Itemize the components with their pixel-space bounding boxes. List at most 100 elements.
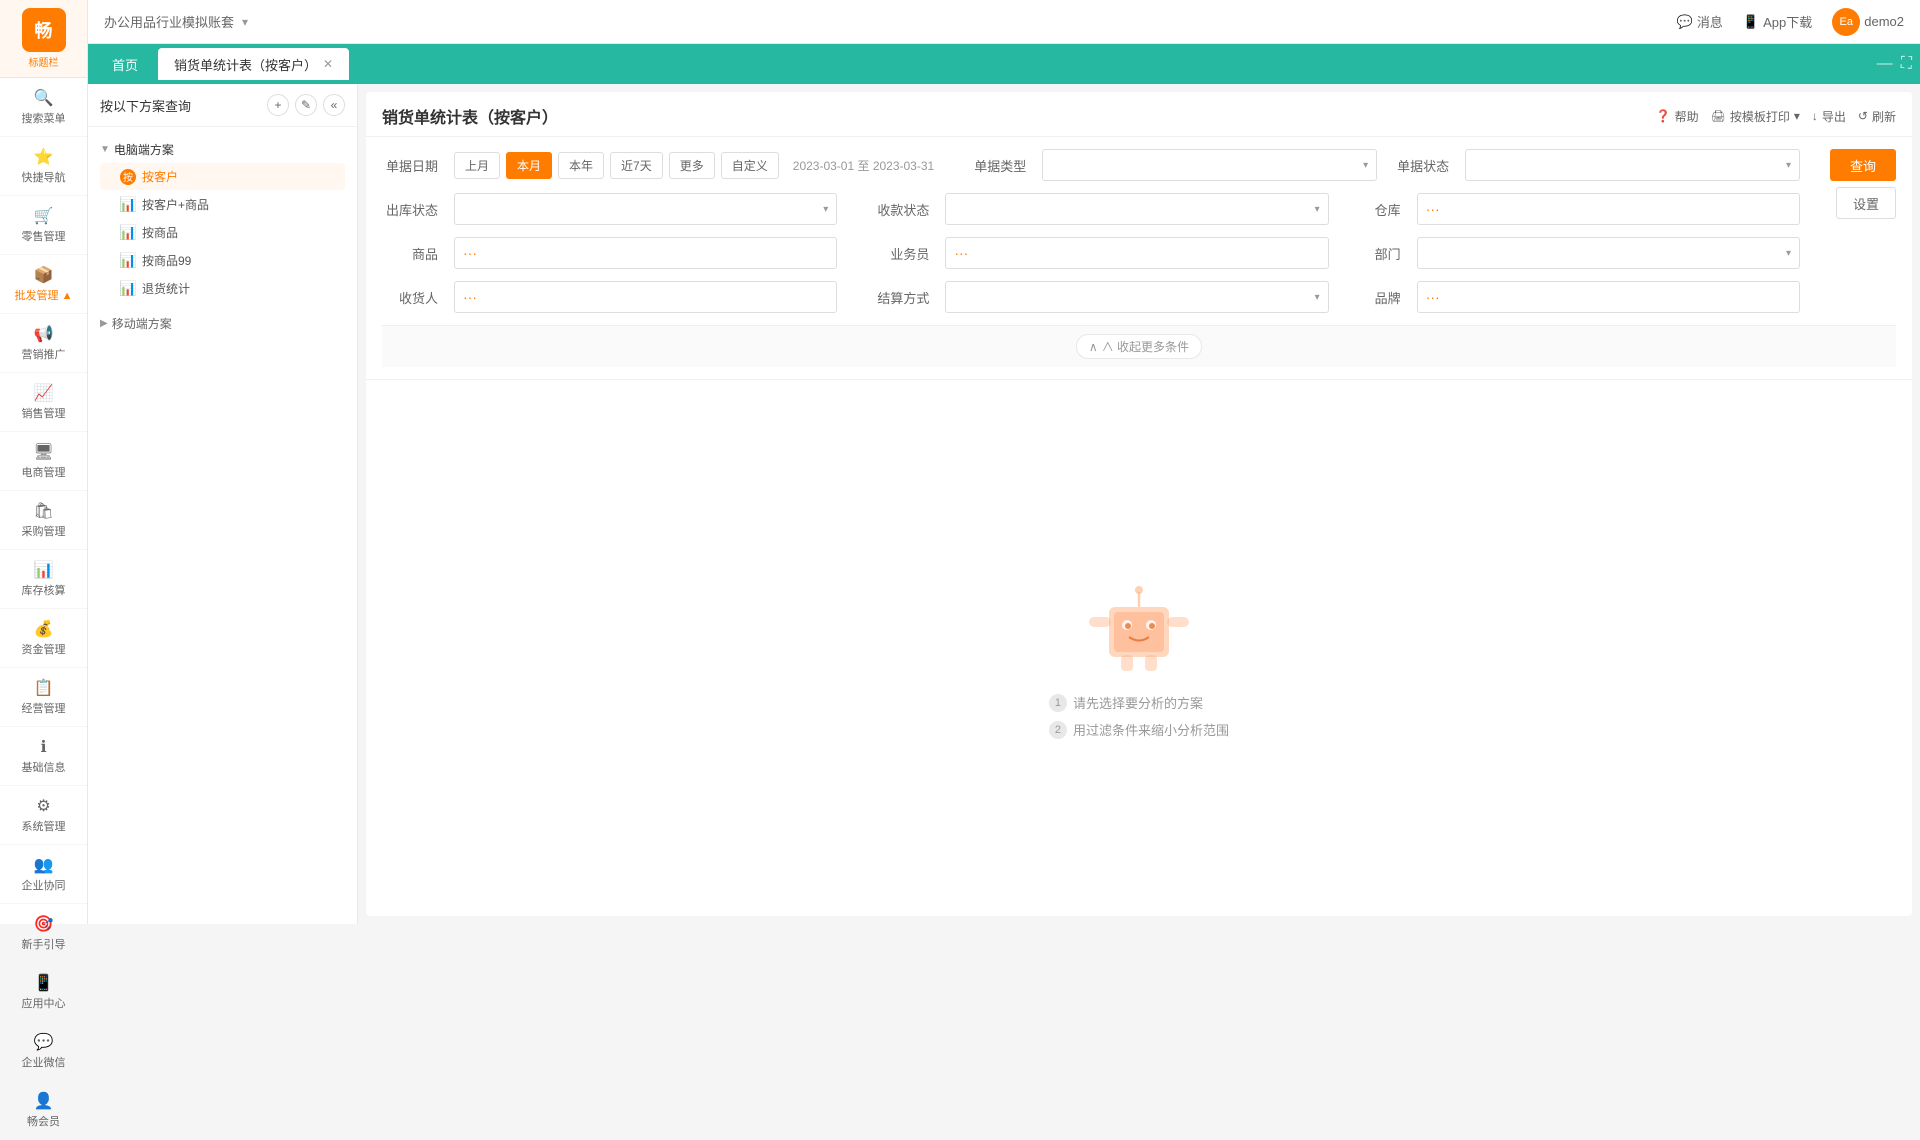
print-icon: 🖨: [1711, 109, 1726, 123]
finance-icon: 💰: [34, 619, 54, 639]
help-icon: ❓: [1656, 109, 1671, 123]
tree-item-return-stats[interactable]: 📊 退货统计: [100, 275, 345, 302]
pay-select[interactable]: ▾: [945, 193, 1328, 225]
sidebar-item-weixin[interactable]: 💬 企业微信: [0, 1022, 87, 1081]
sidebar-item-finance[interactable]: 💰 资金管理: [0, 609, 87, 668]
print-btn[interactable]: 🖨 按模板打印 ▾: [1711, 108, 1800, 125]
tab-bar-right: — ⛶: [1877, 55, 1912, 73]
sidebar-item-ecommerce[interactable]: 🖥 电商管理: [0, 432, 87, 491]
edit-scheme-btn[interactable]: ✎: [295, 94, 317, 116]
goods-select[interactable]: ···: [454, 237, 837, 269]
sidebar-item-operation[interactable]: 📋 经营管理: [0, 668, 87, 727]
sidebar-item-appcenter[interactable]: 📱 应用中心: [0, 963, 87, 1022]
help-btn[interactable]: ❓ 帮助: [1656, 108, 1699, 125]
system-icon: ⚙: [36, 796, 50, 816]
left-panel-title: 按以下方案查询: [100, 96, 191, 115]
status-label: 单据状态: [1393, 156, 1449, 175]
mobile-group-label[interactable]: ▶ 移动端方案: [100, 311, 345, 336]
sidebar-item-vip[interactable]: 👤 畅会员: [0, 1081, 87, 1140]
sidebar-item-baseinfo[interactable]: ℹ 基础信息: [0, 727, 87, 786]
date-btn-thisyear[interactable]: 本年: [558, 152, 604, 179]
export-icon: ↓: [1812, 109, 1818, 123]
left-panel-actions: + ✎ «: [267, 94, 345, 116]
sidebar-item-guide[interactable]: 🎯 新手引导: [0, 904, 87, 963]
date-btn-custom[interactable]: 自定义: [721, 152, 779, 179]
sidebar-item-marketing[interactable]: 📢 营销推广: [0, 314, 87, 373]
sidebar-item-wholesale[interactable]: 📦 批发管理 ▲: [0, 255, 87, 314]
page-title: 销货单统计表（按客户）: [382, 104, 558, 128]
sidebar-item-retail[interactable]: 🛒 零售管理: [0, 196, 87, 255]
goods99-icon: 📊: [120, 253, 136, 269]
sidebar-item-collab[interactable]: 👥 企业协同: [0, 845, 87, 904]
download-icon: 📱: [1743, 14, 1759, 30]
tab-minimize-btn[interactable]: —: [1877, 55, 1893, 73]
print-dropdown-icon: ▾: [1794, 109, 1800, 123]
type-select[interactable]: ▾: [1042, 149, 1377, 181]
tab-sales-stats[interactable]: 销货单统计表（按客户） ✕: [158, 48, 349, 80]
customer-active-icon: 按: [120, 169, 136, 185]
baseinfo-icon: ℹ: [40, 737, 46, 757]
user-area[interactable]: Ea demo2: [1832, 8, 1904, 36]
warehouse-select[interactable]: ···: [1417, 193, 1800, 225]
sidebar: 畅 标题栏 🔍 搜索菜单 ⭐ 快捷导航 🛒 零售管理 📦 批发管理 ▲ 📢 营销…: [0, 0, 88, 924]
date-range-text: 2023-03-01 至 2023-03-31: [793, 157, 934, 174]
tree-item-customer-goods[interactable]: 📊 按客户+商品: [100, 191, 345, 218]
type-label: 单据类型: [970, 156, 1026, 175]
tab-close-btn[interactable]: ✕: [323, 57, 333, 71]
date-label: 单据日期: [382, 156, 438, 175]
app-download-btn[interactable]: 📱 App下载: [1743, 12, 1812, 31]
message-btn[interactable]: 💬 消息: [1677, 12, 1723, 31]
brand-dots-icon: ···: [1426, 289, 1440, 305]
sidebar-item-sales[interactable]: 📈 销售管理: [0, 373, 87, 432]
sidebar-item-quicknav[interactable]: ⭐ 快捷导航: [0, 137, 87, 196]
salesman-dots-icon: ···: [954, 245, 968, 261]
header-dropdown-btn[interactable]: ▾: [242, 15, 248, 29]
collapse-panel-btn[interactable]: «: [323, 94, 345, 116]
filter-area: 单据日期 上月 本月 本年 近7天 更多 自定义 2023-03-01 至 20…: [366, 137, 1912, 380]
goods-label: 商品: [382, 244, 438, 263]
sidebar-item-system[interactable]: ⚙ 系统管理: [0, 786, 87, 845]
date-btn-lastmonth[interactable]: 上月: [454, 152, 500, 179]
settings-btn[interactable]: 设置: [1836, 187, 1896, 219]
collab-icon: 👥: [34, 855, 54, 875]
filter-row-1: 单据日期 上月 本月 本年 近7天 更多 自定义 2023-03-01 至 20…: [382, 149, 1800, 181]
logo-text: 标题栏: [29, 54, 59, 69]
inventory-icon: 📊: [34, 560, 54, 580]
refresh-btn[interactable]: ↺ 刷新: [1858, 108, 1896, 125]
date-btn-more[interactable]: 更多: [669, 152, 715, 179]
desktop-group-label[interactable]: ▼ 电脑端方案: [100, 137, 345, 162]
ecommerce-icon: 🖥: [33, 442, 53, 462]
tree-item-goods[interactable]: 📊 按商品: [100, 219, 345, 246]
appcenter-icon: 📱: [34, 973, 54, 993]
collapse-conditions-icon: ∧: [1089, 340, 1098, 354]
tip2-num: 2: [1049, 721, 1067, 739]
tab-maximize-btn[interactable]: ⛶: [1901, 55, 1912, 73]
edit-icon: ✎: [301, 98, 311, 112]
ship-select[interactable]: ▾: [454, 193, 837, 225]
collapse-more-conditions-btn[interactable]: ∧ ∧ 收起更多条件: [1076, 334, 1202, 359]
tab-home[interactable]: 首页: [96, 48, 154, 80]
query-btn[interactable]: 查询: [1830, 149, 1896, 181]
brand-select[interactable]: ···: [1417, 281, 1800, 313]
export-btn[interactable]: ↓ 导出: [1812, 108, 1846, 125]
receiver-select[interactable]: ···: [454, 281, 837, 313]
add-scheme-btn[interactable]: +: [267, 94, 289, 116]
sidebar-item-inventory[interactable]: 📊 库存核算: [0, 550, 87, 609]
warehouse-label: 仓库: [1345, 200, 1401, 219]
status-select[interactable]: ▾: [1465, 149, 1800, 181]
dept-select[interactable]: ▾: [1417, 237, 1800, 269]
date-btn-thismonth[interactable]: 本月: [506, 152, 552, 179]
filter-row-3: 商品 ··· 业务员 ··· 部门 ▾: [382, 237, 1800, 269]
sidebar-item-search[interactable]: 🔍 搜索菜单: [0, 78, 87, 137]
settle-select[interactable]: ▾: [945, 281, 1328, 313]
sidebar-item-purchase[interactable]: 🛍 采购管理: [0, 491, 87, 550]
header-right: 💬 消息 📱 App下载 Ea demo2: [1677, 8, 1904, 36]
empty-text: 1 请先选择要分析的方案 2 用过滤条件来缩小分析范围: [1049, 693, 1229, 739]
tree-item-goods99[interactable]: 📊 按商品99: [100, 247, 345, 274]
date-btn-7days[interactable]: 近7天: [610, 152, 663, 179]
return-stats-icon: 📊: [120, 281, 136, 297]
vip-icon: 👤: [34, 1091, 54, 1111]
collapse-bar: ∧ ∧ 收起更多条件: [382, 325, 1896, 367]
salesman-select[interactable]: ···: [945, 237, 1328, 269]
tree-item-customer[interactable]: 按 按客户: [100, 163, 345, 190]
